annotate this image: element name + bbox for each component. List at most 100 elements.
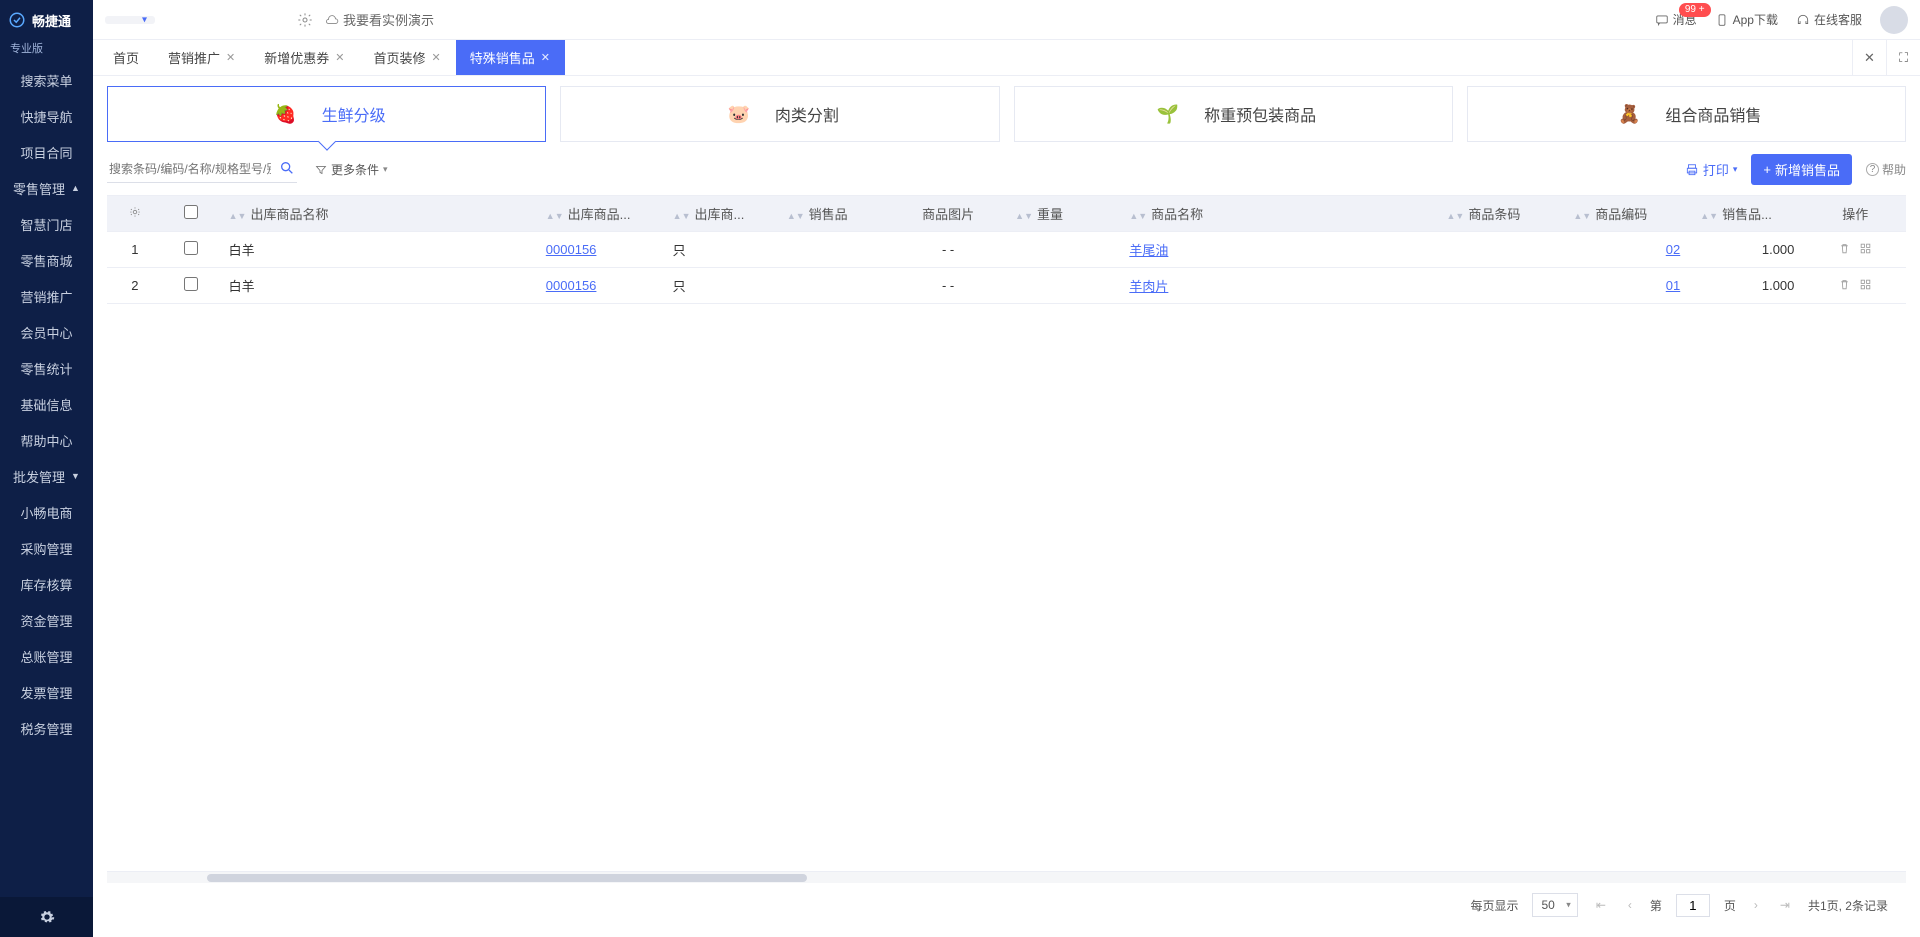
cell-out-code-link[interactable]: 0000156	[546, 242, 597, 257]
gear-icon	[39, 909, 55, 925]
help-button[interactable]: ? 帮助	[1866, 161, 1906, 178]
sidebar-settings-button[interactable]	[0, 897, 93, 937]
row-checkbox[interactable]	[184, 277, 198, 291]
tab-3[interactable]: 首页装修 ✕	[359, 40, 455, 75]
close-all-tabs-button[interactable]: ✕	[1852, 40, 1886, 76]
cell-goods-code-link[interactable]: 02	[1666, 242, 1680, 257]
close-icon[interactable]: ✕	[541, 51, 550, 64]
col-out-name[interactable]: 出库商品名称	[250, 207, 328, 222]
sidebar-item-16[interactable]: 总账管理	[0, 638, 93, 674]
delete-row-button[interactable]	[1838, 279, 1851, 294]
col-goods-code[interactable]: 商品编码	[1595, 207, 1647, 222]
cell-goods-code-link[interactable]: 01	[1666, 278, 1680, 293]
search-icon[interactable]	[279, 160, 295, 179]
chevron-icon: ▲	[71, 183, 80, 193]
next-page-button[interactable]: ›	[1750, 898, 1762, 912]
table-settings-button[interactable]	[128, 207, 142, 222]
tab-0[interactable]: 首页	[99, 40, 154, 75]
cell-out-code-link[interactable]: 0000156	[546, 278, 597, 293]
last-page-button[interactable]: ⇥	[1776, 898, 1794, 912]
demo-link[interactable]: 我要看实例演示	[325, 10, 434, 29]
sidebar-item-13[interactable]: 采购管理	[0, 530, 93, 566]
sidebar-item-7[interactable]: 会员中心	[0, 314, 93, 350]
sidebar-item-15[interactable]: 资金管理	[0, 602, 93, 638]
more-row-button[interactable]	[1859, 243, 1872, 258]
messages-button[interactable]: 消息 99 +	[1655, 11, 1697, 28]
tab-2[interactable]: 新增优惠券✕	[250, 40, 359, 75]
fullscreen-button[interactable]: ⛶	[1886, 40, 1920, 76]
prev-page-button[interactable]: ‹	[1624, 898, 1636, 912]
pagination: 每页显示 50 ▾ ⇤ ‹ 第 页 › ⇥ 共1页, 2条记录	[107, 883, 1906, 927]
online-service-button[interactable]: 在线客服	[1796, 11, 1862, 28]
more-row-button[interactable]	[1859, 279, 1872, 294]
cell-goods-name-link[interactable]: 羊肉片	[1129, 279, 1168, 294]
user-menu[interactable]	[1880, 6, 1908, 34]
org-selector[interactable]: ▾	[105, 16, 285, 24]
close-icon[interactable]: ✕	[226, 51, 235, 64]
row-checkbox[interactable]	[184, 241, 198, 255]
search-input[interactable]	[107, 156, 297, 183]
sidebar-item-3[interactable]: 零售管理▲	[0, 170, 93, 206]
col-sale[interactable]: 销售品	[809, 207, 848, 222]
sidebar-item-1[interactable]: 快捷导航	[0, 98, 93, 134]
first-page-button[interactable]: ⇤	[1592, 898, 1610, 912]
sort-icon[interactable]: ▲▼	[1700, 214, 1718, 219]
category-card-3[interactable]: 🧸组合商品销售	[1467, 86, 1906, 142]
sidebar-item-17[interactable]: 发票管理	[0, 674, 93, 710]
category-card-1[interactable]: 🐷肉类分割	[560, 86, 999, 142]
sort-icon[interactable]: ▲▼	[787, 214, 805, 219]
col-barcode[interactable]: 商品条码	[1468, 207, 1520, 222]
cell-weight	[1005, 268, 1119, 304]
tab-label: 首页装修	[373, 48, 425, 67]
category-card-2[interactable]: 🌱称重预包装商品	[1014, 86, 1453, 142]
select-all-checkbox[interactable]	[184, 205, 198, 219]
sort-icon[interactable]: ▲▼	[1447, 214, 1465, 219]
sidebar-item-12[interactable]: 小畅电商	[0, 494, 93, 530]
horizontal-scrollbar[interactable]	[107, 871, 1906, 883]
close-icon[interactable]: ✕	[432, 51, 441, 64]
sort-icon[interactable]: ▲▼	[1573, 214, 1591, 219]
brand-edition: 专业版	[0, 40, 93, 62]
delete-row-button[interactable]	[1838, 243, 1851, 258]
col-out-unit[interactable]: 出库商...	[694, 207, 744, 222]
sidebar-item-10[interactable]: 帮助中心	[0, 422, 93, 458]
sort-icon[interactable]: ▲▼	[1129, 214, 1147, 219]
org-settings-button[interactable]	[297, 12, 313, 28]
app-download-button[interactable]: App下载	[1715, 11, 1778, 28]
category-card-0[interactable]: 🍓生鲜分级	[107, 86, 546, 142]
add-sales-item-button[interactable]: + 新增销售品	[1751, 154, 1852, 185]
cell-goods-name-link[interactable]: 羊尾油	[1129, 243, 1168, 258]
table-row: 2白羊0000156只- -羊肉片011.000	[107, 268, 1906, 304]
sidebar-item-11[interactable]: 批发管理▼	[0, 458, 93, 494]
tab-1[interactable]: 营销推广✕	[154, 40, 250, 75]
sidebar-item-14[interactable]: 库存核算	[0, 566, 93, 602]
col-goods-name[interactable]: 商品名称	[1151, 207, 1203, 222]
sidebar-item-5[interactable]: 零售商城	[0, 242, 93, 278]
print-button[interactable]: 打印 ▾	[1685, 160, 1738, 179]
sidebar-item-2[interactable]: 项目合同	[0, 134, 93, 170]
per-page-label: 每页显示	[1470, 897, 1518, 914]
more-filters-button[interactable]: 更多条件 ▾	[315, 161, 388, 178]
per-page-select[interactable]: 50 ▾	[1532, 893, 1577, 917]
sort-icon[interactable]: ▲▼	[673, 214, 691, 219]
tab-4[interactable]: 特殊销售品✕	[456, 40, 565, 75]
col-sale-qty[interactable]: 销售品...	[1722, 207, 1772, 222]
brand-logo: 畅捷通	[0, 0, 93, 40]
page-input[interactable]	[1676, 894, 1710, 917]
col-out-code[interactable]: 出库商品...	[568, 207, 631, 222]
sidebar-item-18[interactable]: 税务管理	[0, 710, 93, 746]
category-label: 称重预包装商品	[1204, 102, 1316, 126]
sidebar-item-9[interactable]: 基础信息	[0, 386, 93, 422]
sidebar-item-6[interactable]: 营销推广	[0, 278, 93, 314]
sort-icon[interactable]: ▲▼	[1015, 214, 1033, 219]
content-area: 🍓生鲜分级🐷肉类分割 🌱称重预包装商品🧸组合商品销售 更多条件 ▾	[93, 76, 1920, 937]
sidebar-item-4[interactable]: 智慧门店	[0, 206, 93, 242]
data-table: ▲▼出库商品名称 ▲▼出库商品... ▲▼出库商... ▲▼销售品 商品图片 ▲…	[107, 195, 1906, 871]
tab-label: 首页	[113, 48, 139, 67]
close-icon[interactable]: ✕	[335, 51, 344, 64]
sort-icon[interactable]: ▲▼	[229, 214, 247, 219]
col-weight[interactable]: 重量	[1037, 207, 1063, 222]
sidebar-item-8[interactable]: 零售统计	[0, 350, 93, 386]
sidebar-item-0[interactable]: 搜索菜单	[0, 62, 93, 98]
sort-icon[interactable]: ▲▼	[546, 214, 564, 219]
